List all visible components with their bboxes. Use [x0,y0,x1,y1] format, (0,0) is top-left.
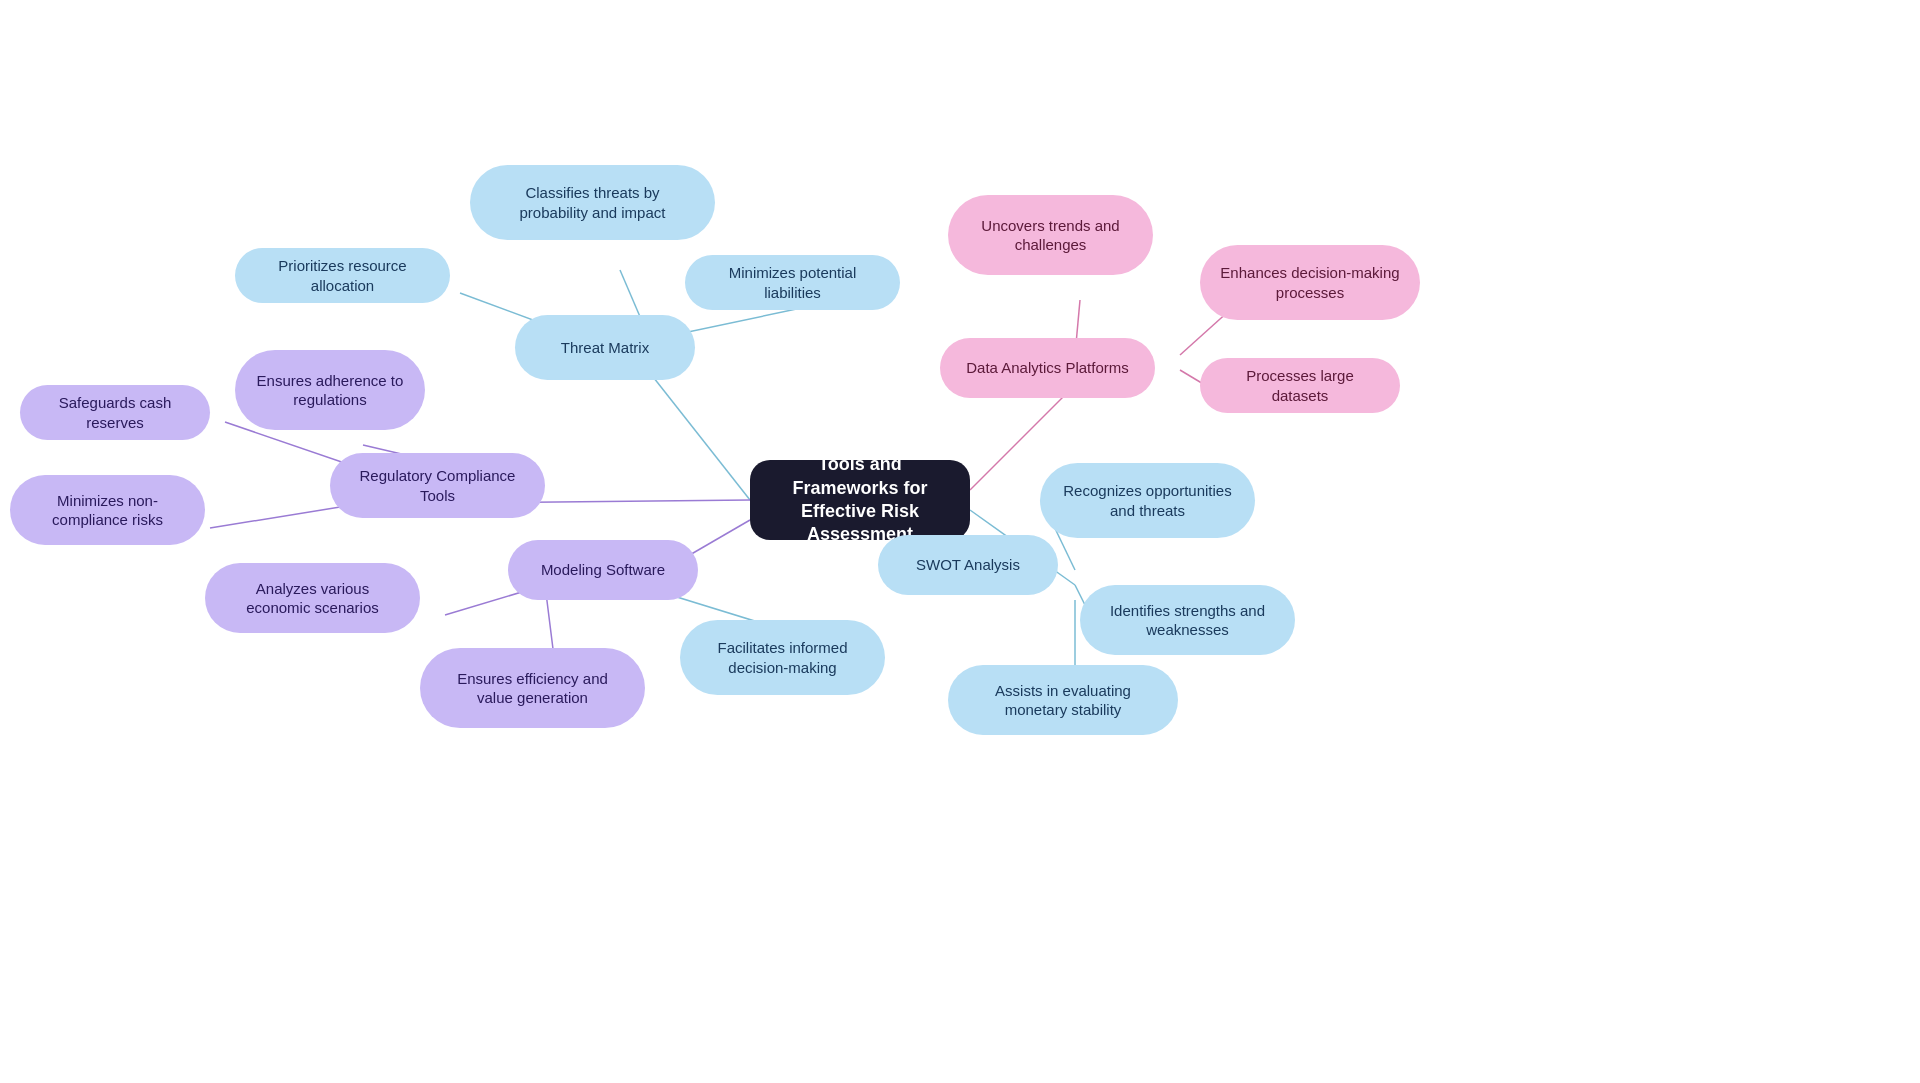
data-analytics-label: Data Analytics Platforms [966,358,1129,378]
swot-node: SWOT Analysis [878,535,1058,595]
analyzes-node: Analyzes various economic scenarios [205,563,420,633]
assists-label: Assists in evaluating monetary stability [968,681,1158,720]
svg-line-0 [650,373,750,500]
identifies-label: Identifies strengths and weaknesses [1100,601,1275,640]
identifies-node: Identifies strengths and weaknesses [1080,585,1295,655]
ensures-efficiency-label: Ensures efficiency and value generation [440,669,625,708]
minimizes-liabilities-label: Minimizes potential liabilities [705,263,880,302]
processes-node: Processes large datasets [1200,358,1400,413]
modeling-node: Modeling Software [508,540,698,600]
swot-label: SWOT Analysis [916,555,1020,575]
classifies-label: Classifies threats by probability and im… [490,183,695,222]
prioritizes-label: Prioritizes resource allocation [255,256,430,295]
center-node: Tools and Frameworks for Effective Risk … [750,460,970,540]
analyzes-label: Analyzes various economic scenarios [225,579,400,618]
assists-node: Assists in evaluating monetary stability [948,665,1178,735]
center-label: Tools and Frameworks for Effective Risk … [770,453,950,547]
minimizes-noncompliance-label: Minimizes non-compliance risks [30,491,185,530]
uncovers-label: Uncovers trends and challenges [968,216,1133,255]
ensures-efficiency-node: Ensures efficiency and value generation [420,648,645,728]
enhances-node: Enhances decision-making processes [1200,245,1420,320]
safeguards-label: Safeguards cash reserves [40,393,190,432]
enhances-label: Enhances decision-making processes [1220,263,1400,302]
modeling-label: Modeling Software [541,560,665,580]
recognizes-label: Recognizes opportunities and threats [1060,481,1235,520]
facilitates-label: Facilitates informed decision-making [700,638,865,677]
uncovers-node: Uncovers trends and challenges [948,195,1153,275]
classifies-node: Classifies threats by probability and im… [470,165,715,240]
minimizes-noncompliance-node: Minimizes non-compliance risks [10,475,205,545]
ensures-adherence-label: Ensures adherence to regulations [255,371,405,410]
minimizes-liabilities-node: Minimizes potential liabilities [685,255,900,310]
threat-matrix-node: Threat Matrix [515,315,695,380]
processes-label: Processes large datasets [1220,366,1380,405]
prioritizes-node: Prioritizes resource allocation [235,248,450,303]
ensures-adherence-node: Ensures adherence to regulations [235,350,425,430]
facilitates-node: Facilitates informed decision-making [680,620,885,695]
data-analytics-node: Data Analytics Platforms [940,338,1155,398]
regulatory-label: Regulatory Compliance Tools [350,466,525,505]
threat-matrix-label: Threat Matrix [561,338,649,358]
recognizes-node: Recognizes opportunities and threats [1040,463,1255,538]
regulatory-node: Regulatory Compliance Tools [330,453,545,518]
safeguards-node: Safeguards cash reserves [20,385,210,440]
